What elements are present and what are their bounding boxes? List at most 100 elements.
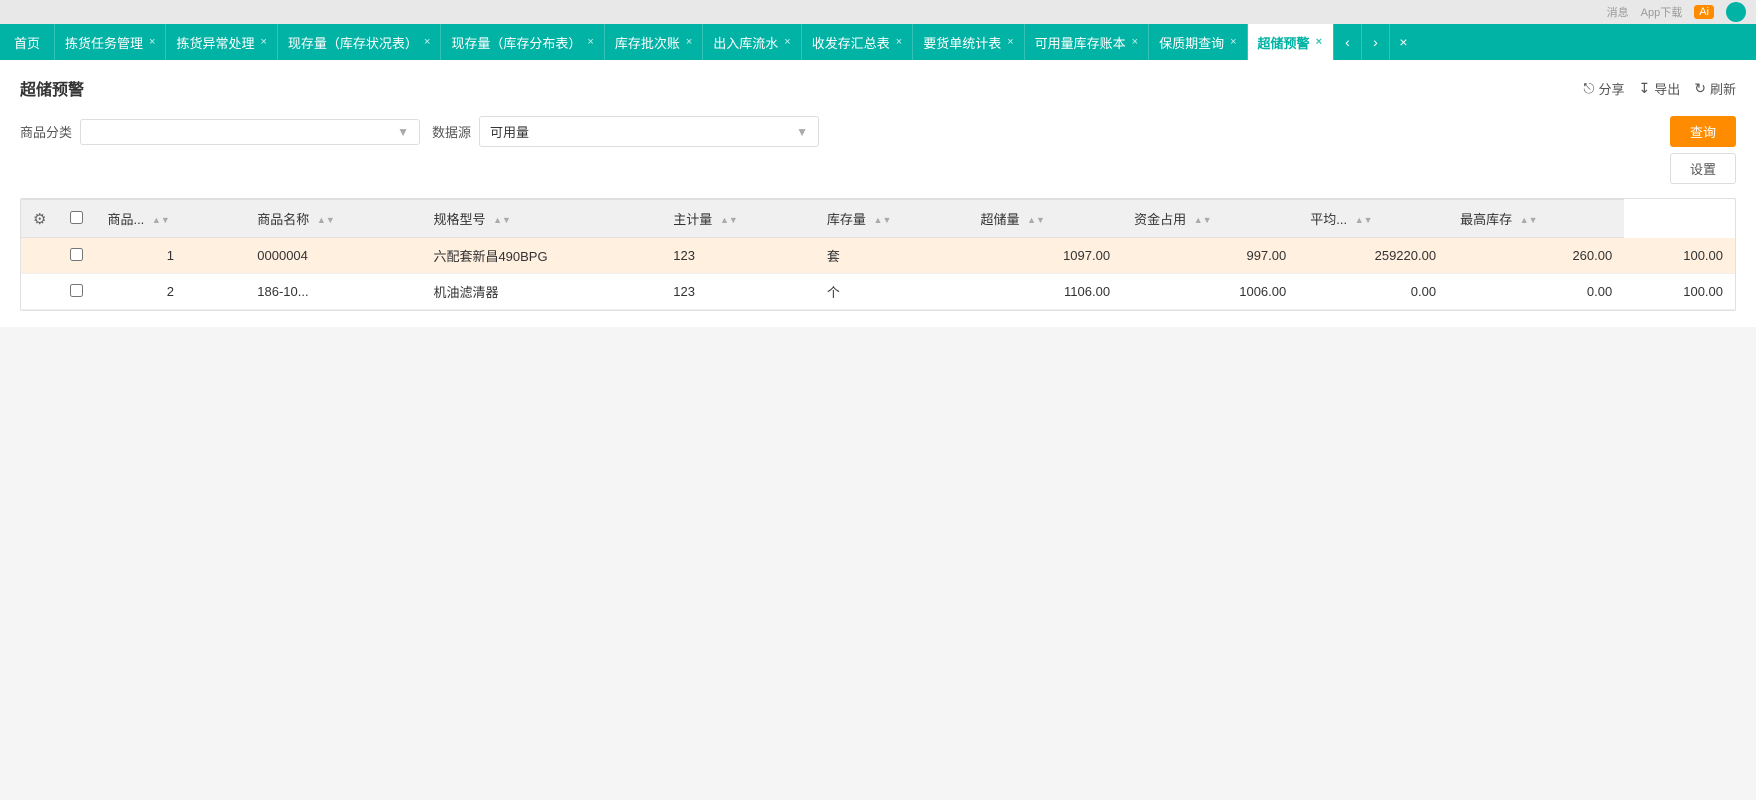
row-unit: 套 xyxy=(815,238,969,274)
col-settings: ⚙ xyxy=(21,200,58,238)
nav-batch-account[interactable]: 库存批次账 × xyxy=(605,24,703,60)
nav-order-stats[interactable]: 要货单统计表 × xyxy=(913,24,1024,60)
category-filter: 商品分类 ▼ xyxy=(20,116,420,147)
close-summary[interactable]: × xyxy=(896,36,902,48)
close-overstock-warning[interactable]: × xyxy=(1316,36,1322,48)
share-button[interactable]: ⎋ 分享 xyxy=(1583,79,1624,98)
close-quality-check[interactable]: × xyxy=(1230,36,1236,48)
nav-overstock-warning[interactable]: 超储预警 × xyxy=(1248,24,1333,60)
close-stock-dist[interactable]: × xyxy=(587,36,593,48)
category-select[interactable]: ▼ xyxy=(80,119,420,145)
row-checkbox[interactable] xyxy=(70,248,83,261)
col-overstock[interactable]: 超储量 ▲▼ xyxy=(968,200,1122,238)
row-max-stock: 100.00 xyxy=(1624,274,1735,310)
message-link[interactable]: 消息 xyxy=(1607,4,1629,20)
filters-section: 商品分类 ▼ 数据源 可用量 ▼ 查询 设置 xyxy=(20,116,1736,184)
data-table-wrapper: ⚙ 商品... ▲▼ 商品名称 ▲▼ 规格型号 ▲▼ xyxy=(20,198,1736,311)
close-stock-status[interactable]: × xyxy=(424,36,430,48)
nav-usable-stock[interactable]: 可用量库存账本 × xyxy=(1025,24,1149,60)
row-spec: 123 xyxy=(661,238,815,274)
row-spec: 123 xyxy=(661,274,815,310)
row-num: 2 xyxy=(95,274,245,310)
nav-stock-dist[interactable]: 现存量（库存分布表） × xyxy=(441,24,604,60)
row-product-name: 六配套新昌490BPG xyxy=(421,238,661,274)
col-select-all xyxy=(58,200,95,238)
refresh-icon: ↻ xyxy=(1694,80,1706,97)
nav-in-out-flow[interactable]: 出入库流水 × xyxy=(703,24,801,60)
row-capital: 259220.00 xyxy=(1298,238,1448,274)
close-batch-account[interactable]: × xyxy=(686,36,692,48)
category-label: 商品分类 xyxy=(20,122,72,141)
table-body: 1 0000004 六配套新昌490BPG 123 套 1097.00 997.… xyxy=(21,238,1735,310)
nav-prev-arrow[interactable]: ‹ xyxy=(1333,24,1361,60)
nav-pick-exception[interactable]: 拣货异常处理 × xyxy=(166,24,277,60)
action-buttons: 查询 设置 xyxy=(1670,116,1736,184)
col-product-code[interactable]: 商品... ▲▼ xyxy=(95,200,245,238)
row-checkbox-cell xyxy=(58,274,95,310)
page-header: 超储预警 ⎋ 分享 ↧ 导出 ↻ 刷新 xyxy=(20,76,1736,100)
share-icon: ⎋ xyxy=(1583,80,1594,97)
datasource-filter: 数据源 可用量 ▼ xyxy=(432,116,819,147)
close-in-out-flow[interactable]: × xyxy=(784,36,790,48)
datasource-select-value: 可用量 xyxy=(490,122,529,141)
column-settings-icon[interactable]: ⚙ xyxy=(33,211,46,228)
ai-link[interactable]: Ai xyxy=(1694,5,1714,19)
nav-pick-task[interactable]: 拣货任务管理 × xyxy=(55,24,166,60)
settings-button[interactable]: 设置 xyxy=(1670,153,1736,184)
nav-stock-status[interactable]: 现存量（库存状况表） × xyxy=(278,24,441,60)
nav-summary[interactable]: 收发存汇总表 × xyxy=(802,24,913,60)
nav-next-arrow[interactable]: › xyxy=(1361,24,1389,60)
top-navigation: 首页 拣货任务管理 × 拣货异常处理 × 现存量（库存状况表） × 现存量（库存… xyxy=(0,24,1756,60)
col-stock[interactable]: 库存量 ▲▼ xyxy=(815,200,969,238)
row-product-code: 0000004 xyxy=(245,238,421,274)
export-button[interactable]: ↧ 导出 xyxy=(1639,79,1681,98)
top-bar: 消息 App下载 Ai xyxy=(0,0,1756,24)
filter-controls: 商品分类 ▼ 数据源 可用量 ▼ xyxy=(20,116,1654,147)
nav-quality-check[interactable]: 保质期查询 × xyxy=(1149,24,1247,60)
col-product-name[interactable]: 商品名称 ▲▼ xyxy=(245,200,421,238)
avatar[interactable] xyxy=(1726,2,1746,22)
sort-product-code-icon: ▲▼ xyxy=(152,216,170,225)
col-unit[interactable]: 主计量 ▲▼ xyxy=(661,200,815,238)
col-avg-price[interactable]: 平均... ▲▼ xyxy=(1298,200,1448,238)
close-pick-task[interactable]: × xyxy=(149,36,155,48)
sort-overstock-icon: ▲▼ xyxy=(1027,216,1045,225)
close-usable-stock[interactable]: × xyxy=(1132,36,1138,48)
sort-stock-icon: ▲▼ xyxy=(874,216,892,225)
col-spec[interactable]: 规格型号 ▲▼ xyxy=(421,200,661,238)
query-button[interactable]: 查询 xyxy=(1670,116,1736,147)
nav-close-arrow[interactable]: × xyxy=(1389,24,1417,60)
sort-max-stock-icon: ▲▼ xyxy=(1520,216,1538,225)
export-icon: ↧ xyxy=(1639,80,1651,97)
sort-avg-price-icon: ▲▼ xyxy=(1355,216,1373,225)
page-title: 超储预警 xyxy=(20,76,84,100)
row-stock: 1106.00 xyxy=(968,274,1122,310)
table-header-row: ⚙ 商品... ▲▼ 商品名称 ▲▼ 规格型号 ▲▼ xyxy=(21,200,1735,238)
row-unit: 个 xyxy=(815,274,969,310)
row-settings-cell xyxy=(21,238,58,274)
row-product-code: 186-10... xyxy=(245,274,421,310)
row-capital: 0.00 xyxy=(1298,274,1448,310)
nav-home[interactable]: 首页 xyxy=(0,24,55,60)
col-capital[interactable]: 资金占用 ▲▼ xyxy=(1122,200,1298,238)
row-checkbox-cell xyxy=(58,238,95,274)
sort-spec-icon: ▲▼ xyxy=(493,216,511,225)
data-table: ⚙ 商品... ▲▼ 商品名称 ▲▼ 规格型号 ▲▼ xyxy=(21,199,1735,310)
close-pick-exception[interactable]: × xyxy=(260,36,266,48)
select-all-checkbox[interactable] xyxy=(70,211,83,224)
row-product-name: 机油滤清器 xyxy=(421,274,661,310)
refresh-button[interactable]: ↻ 刷新 xyxy=(1694,79,1736,98)
row-settings-cell xyxy=(21,274,58,310)
row-checkbox[interactable] xyxy=(70,284,83,297)
sort-unit-icon: ▲▼ xyxy=(720,216,738,225)
row-overstock: 997.00 xyxy=(1122,238,1298,274)
close-order-stats[interactable]: × xyxy=(1007,36,1013,48)
col-max-stock[interactable]: 最高库存 ▲▼ xyxy=(1448,200,1624,238)
table-row: 2 186-10... 机油滤清器 123 个 1106.00 1006.00 … xyxy=(21,274,1735,310)
row-max-stock: 100.00 xyxy=(1624,238,1735,274)
app-download-link[interactable]: App下载 xyxy=(1641,4,1683,20)
row-overstock: 1006.00 xyxy=(1122,274,1298,310)
header-actions: ⎋ 分享 ↧ 导出 ↻ 刷新 xyxy=(1583,79,1736,98)
datasource-select[interactable]: 可用量 ▼ xyxy=(479,116,819,147)
row-avg-price: 0.00 xyxy=(1448,274,1624,310)
